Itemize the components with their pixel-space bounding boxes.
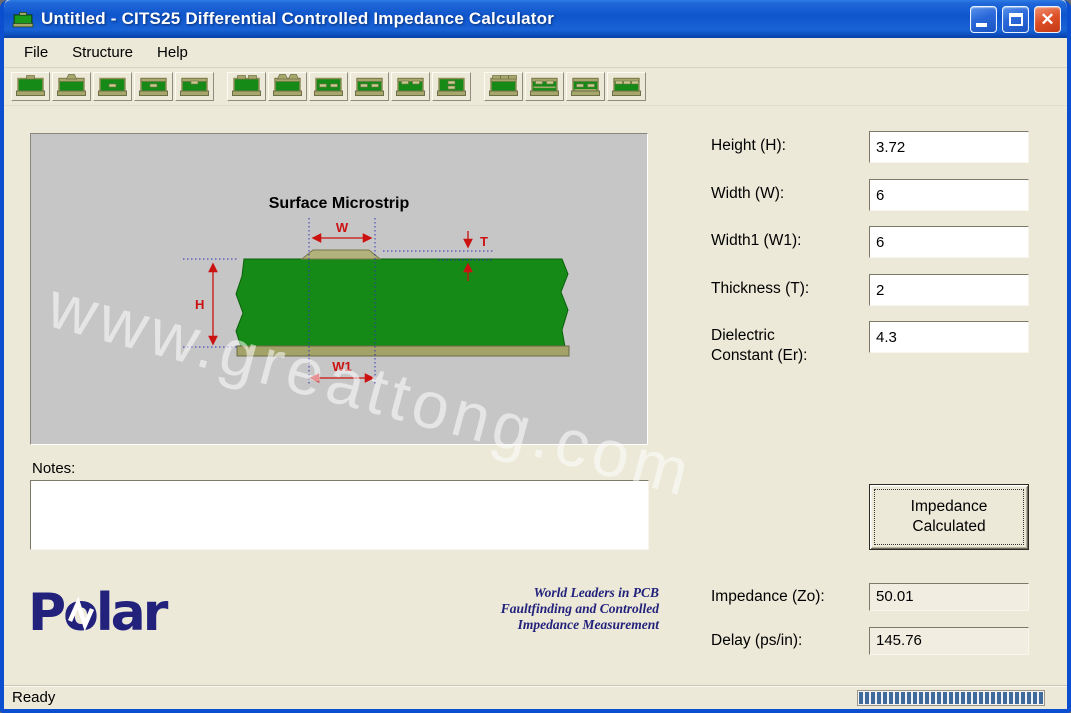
- toolbar-button-diff-embedded-coplanar[interactable]: [607, 72, 646, 101]
- dim-label-w: W: [336, 220, 349, 235]
- offset-stripline-icon: [138, 73, 169, 100]
- toolbar-button-diff-coated-coplanar[interactable]: [525, 72, 564, 101]
- diff-coated-microstrip-icon: [272, 73, 303, 100]
- tagline-line3: Impedance Measurement: [334, 617, 659, 633]
- dielectric-input[interactable]: [869, 321, 1029, 353]
- toolbar-button-diff-stripline[interactable]: [309, 72, 348, 101]
- minimize-button[interactable]: [970, 6, 997, 33]
- toolbar-button-diff-embedded-microstrip[interactable]: [391, 72, 430, 101]
- app-window: Untitled - CITS25 Differential Controlle…: [0, 0, 1071, 713]
- delay-label: Delay (ps/in):: [711, 632, 802, 650]
- diff-stripline-icon: [313, 73, 344, 100]
- dim-label-w1: W1: [332, 359, 352, 374]
- delay-value: 145.76: [869, 627, 1029, 655]
- status-text: Ready: [12, 689, 55, 706]
- height-label: Height (H):: [711, 136, 861, 156]
- menu-bar: File Structure Help: [4, 38, 1067, 68]
- window-title: Untitled - CITS25 Differential Controlle…: [41, 9, 970, 29]
- close-button[interactable]: ✕: [1034, 6, 1061, 33]
- svg-text:Polar: Polar: [28, 583, 169, 641]
- thickness-label: Thickness (T):: [711, 279, 861, 299]
- diff-offset-stripline-icon: [354, 73, 385, 100]
- copper-trace: [302, 250, 380, 259]
- embedded-microstrip-icon: [179, 73, 210, 100]
- status-bar: Ready: [4, 685, 1067, 709]
- diff-surface-microstrip-icon: [231, 73, 262, 100]
- width1-label: Width1 (W1):: [711, 231, 861, 251]
- broadside-stripline-icon: [436, 73, 467, 100]
- notes-label: Notes:: [32, 460, 75, 477]
- toolbar-button-diff-stripline-coplanar[interactable]: [566, 72, 605, 101]
- maximize-icon: [1009, 13, 1023, 26]
- diff-embedded-microstrip-icon: [395, 73, 426, 100]
- progress-bar: [857, 690, 1045, 706]
- progress-fill: [859, 692, 1043, 704]
- height-input[interactable]: [869, 131, 1029, 163]
- structure-toolbar: [4, 68, 1067, 106]
- menu-help[interactable]: Help: [145, 40, 200, 65]
- dim-label-t: T: [480, 234, 488, 249]
- toolbar-button-diff-offset-stripline[interactable]: [350, 72, 389, 101]
- toolbar-button-diff-coated-microstrip[interactable]: [268, 72, 307, 101]
- impedance-label: Impedance (Zo):: [711, 588, 825, 606]
- diff-surface-coplanar-icon: [488, 73, 519, 100]
- surface-microstrip-diagram: Surface Microstrip: [31, 134, 647, 444]
- toolbar-button-offset-stripline[interactable]: [134, 72, 173, 101]
- notes-textarea[interactable]: [30, 480, 649, 550]
- toolbar-button-stripline[interactable]: [93, 72, 132, 101]
- impedance-calculated-button[interactable]: Impedance Calculated: [869, 484, 1029, 550]
- impedance-value: 50.01: [869, 583, 1029, 611]
- client-area: Surface Microstrip: [4, 106, 1067, 685]
- tagline-line1: World Leaders in PCB: [334, 585, 659, 601]
- polar-logo: Polar: [28, 583, 188, 641]
- diff-stripline-coplanar-icon: [570, 73, 601, 100]
- diff-embedded-coplanar-icon: [611, 73, 642, 100]
- menu-file[interactable]: File: [12, 40, 60, 65]
- dielectric-label: Dielectric Constant (Er):: [711, 326, 861, 366]
- toolbar-button-diff-surface-microstrip[interactable]: [227, 72, 266, 101]
- width-input[interactable]: [869, 179, 1029, 211]
- width-label: Width (W):: [711, 184, 861, 204]
- substrate: [236, 259, 568, 347]
- toolbar-button-embedded-microstrip[interactable]: [175, 72, 214, 101]
- title-bar[interactable]: Untitled - CITS25 Differential Controlle…: [4, 0, 1067, 38]
- menu-structure[interactable]: Structure: [60, 40, 145, 65]
- diagram-title: Surface Microstrip: [269, 195, 410, 212]
- dim-label-h: H: [195, 297, 204, 312]
- surface-microstrip-icon: [15, 73, 46, 100]
- ground-plane: [237, 346, 569, 356]
- maximize-button[interactable]: [1002, 6, 1029, 33]
- impedance-calculated-label: Impedance Calculated: [894, 497, 1004, 537]
- stripline-icon: [97, 73, 128, 100]
- toolbar-button-coated-microstrip[interactable]: [52, 72, 91, 101]
- toolbar-button-surface-microstrip[interactable]: [11, 72, 50, 101]
- brand-tagline: World Leaders in PCB Faultfinding and Co…: [334, 585, 659, 633]
- coated-microstrip-icon: [56, 73, 87, 100]
- close-icon: ✕: [1035, 7, 1060, 32]
- minimize-icon: [976, 23, 987, 27]
- width1-input[interactable]: [869, 226, 1029, 258]
- toolbar-button-broadside-stripline[interactable]: [432, 72, 471, 101]
- toolbar-button-diff-surface-coplanar[interactable]: [484, 72, 523, 101]
- tagline-line2: Faultfinding and Controlled: [334, 601, 659, 617]
- structure-diagram-panel: Surface Microstrip: [30, 133, 648, 445]
- app-icon: [12, 11, 34, 28]
- diff-coated-coplanar-icon: [529, 73, 560, 100]
- thickness-input[interactable]: [869, 274, 1029, 306]
